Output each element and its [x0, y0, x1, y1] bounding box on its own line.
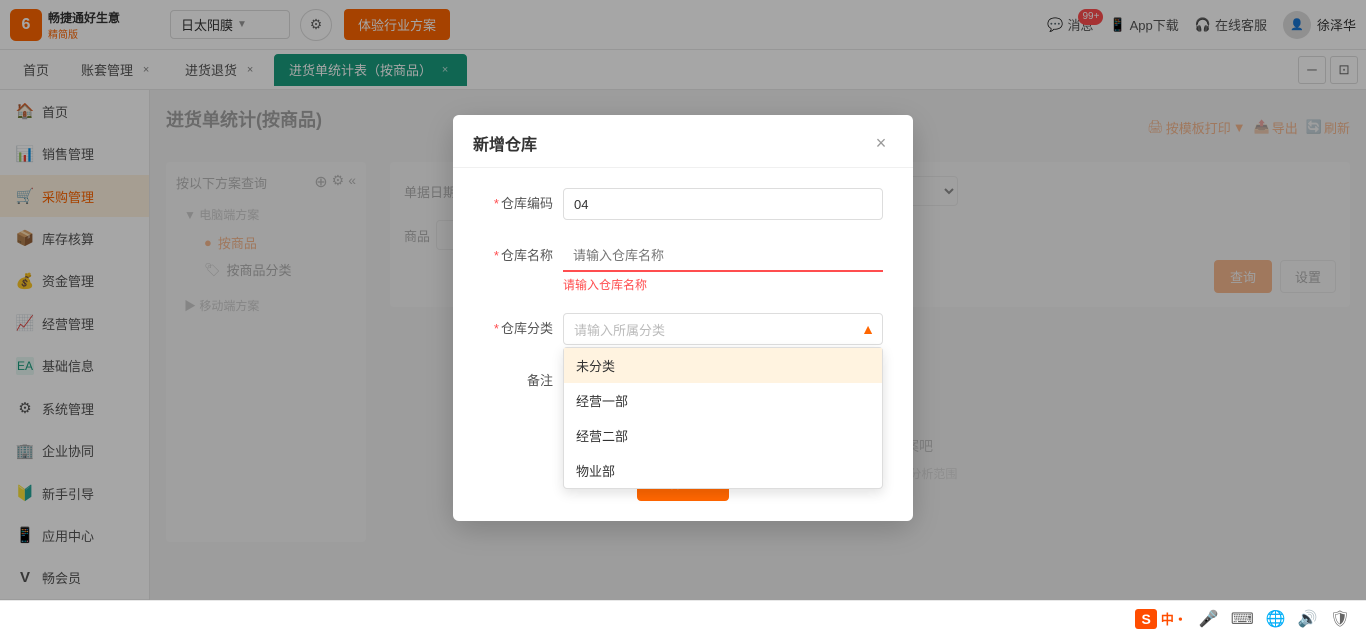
- new-warehouse-dialog: 新增仓库 × 仓库编码 仓库名称 请输入仓库名称 仓库分类 请输入所属分类: [453, 115, 913, 521]
- category-select-wrapper: 请输入所属分类 ▲ 未分类 经营一部 经营二部 物业部: [563, 313, 883, 345]
- s-label: 中・: [1161, 609, 1187, 628]
- dropdown-item-3[interactable]: 物业部: [564, 453, 882, 488]
- category-placeholder: 请输入所属分类: [574, 320, 665, 339]
- name-label: 仓库名称: [483, 240, 563, 272]
- form-row-code: 仓库编码: [483, 188, 883, 220]
- name-error-row: 请输入仓库名称: [563, 276, 647, 293]
- code-label: 仓库编码: [483, 188, 563, 220]
- category-dropdown: 未分类 经营一部 经营二部 物业部: [563, 347, 883, 489]
- category-label: 仓库分类: [483, 313, 563, 345]
- remark-label: 备注: [483, 365, 563, 397]
- form-row-category: 仓库分类 请输入所属分类 ▲ 未分类 经营一部 经营二部 物业部: [483, 313, 883, 345]
- translate-icon[interactable]: 🌐: [1266, 609, 1286, 629]
- s-logo-area: S 中・: [1135, 609, 1186, 629]
- bottom-bar: S 中・ 🎤 ⌨ 🌐 🔊 🛡: [0, 600, 1366, 636]
- category-input[interactable]: 请输入所属分类: [563, 313, 883, 345]
- speaker-icon[interactable]: 🔊: [1298, 609, 1318, 629]
- form-row-name: 仓库名称 请输入仓库名称: [483, 240, 883, 293]
- category-arrow-icon: ▲: [861, 321, 875, 337]
- dropdown-item-2[interactable]: 经营二部: [564, 418, 882, 453]
- dialog-close-button[interactable]: ×: [869, 131, 893, 155]
- name-row-inner: 仓库名称: [483, 240, 883, 272]
- dialog-header: 新增仓库 ×: [453, 115, 913, 168]
- s-logo: S: [1135, 609, 1156, 629]
- dialog-body: 仓库编码 仓库名称 请输入仓库名称 仓库分类 请输入所属分类 ▲: [453, 168, 913, 465]
- name-input[interactable]: [563, 240, 883, 272]
- dialog-title: 新增仓库: [473, 131, 537, 155]
- dropdown-item-1[interactable]: 经营一部: [564, 383, 882, 418]
- keyboard-icon[interactable]: ⌨: [1231, 609, 1254, 629]
- mic-icon[interactable]: 🎤: [1199, 609, 1219, 629]
- code-input[interactable]: [563, 188, 883, 220]
- security-icon[interactable]: 🛡: [1330, 609, 1350, 629]
- name-error-msg: 请输入仓库名称: [563, 278, 647, 292]
- dropdown-item-0[interactable]: 未分类: [564, 348, 882, 383]
